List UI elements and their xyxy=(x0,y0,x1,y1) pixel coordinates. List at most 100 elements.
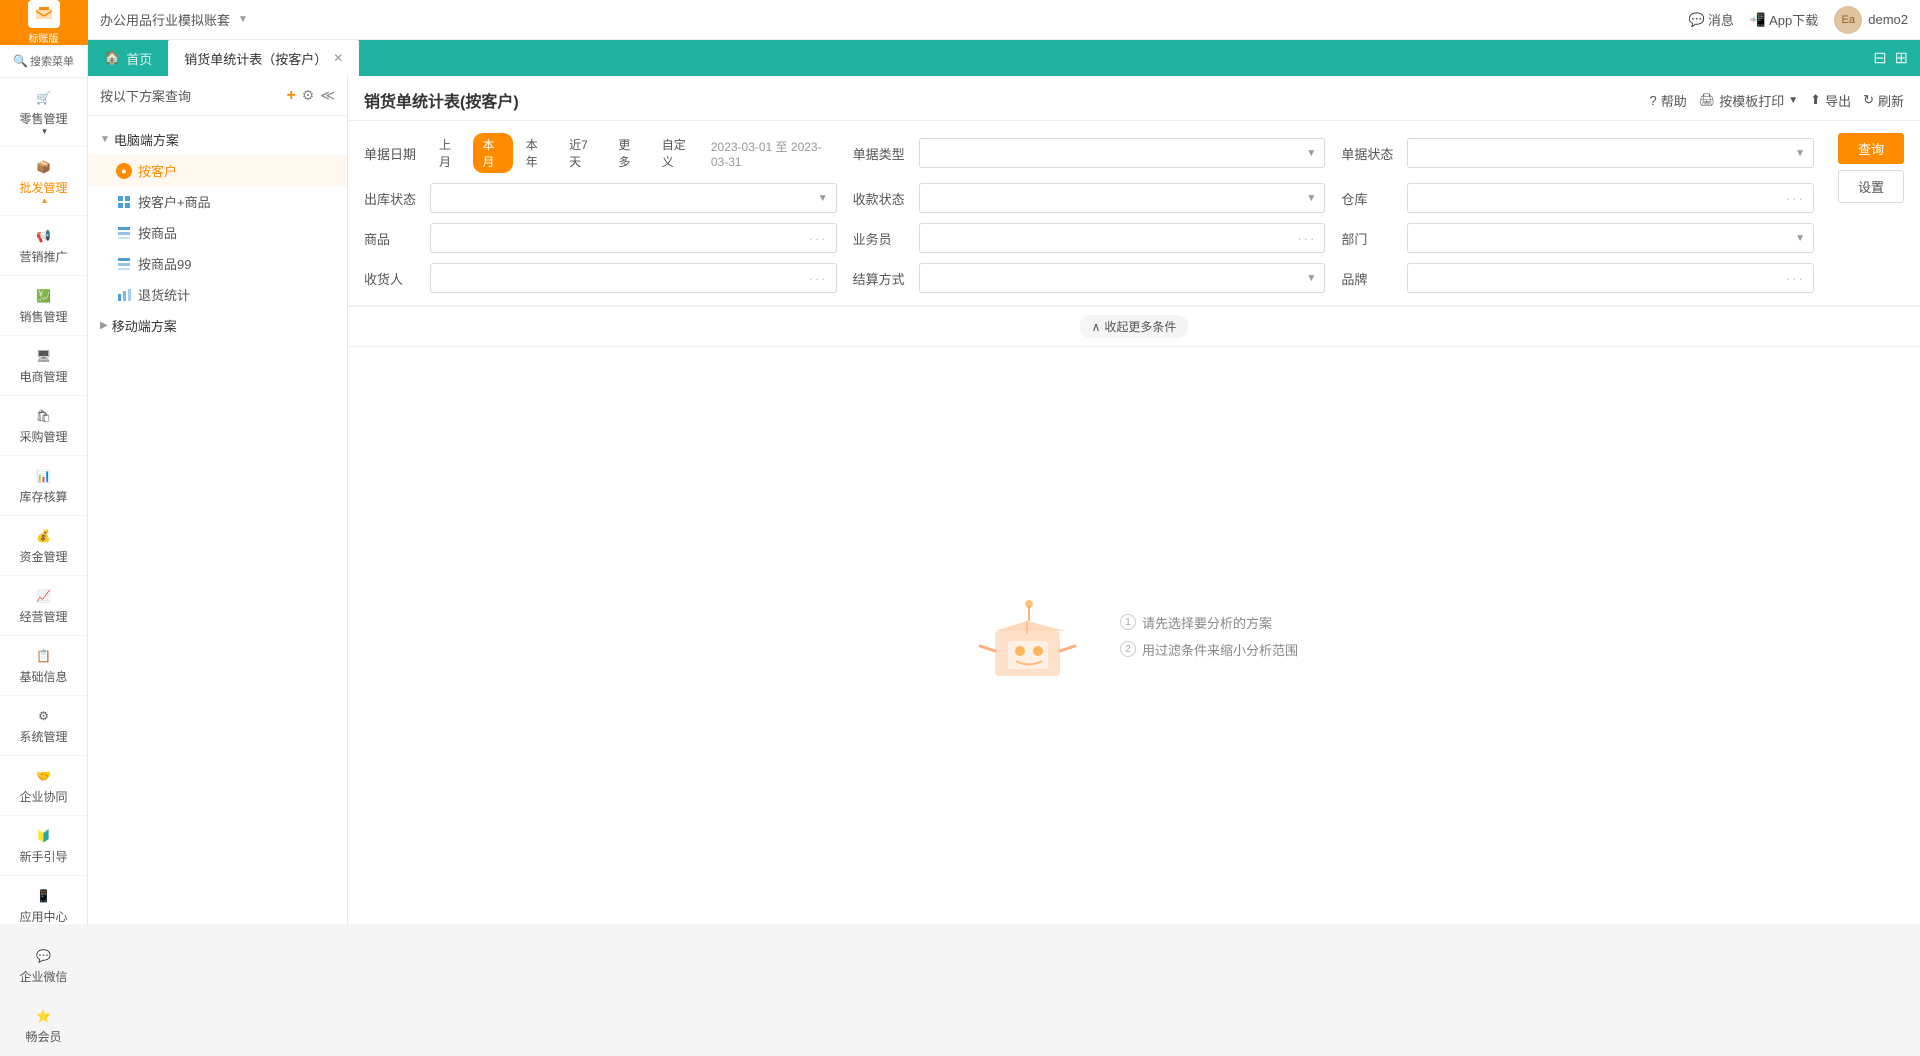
tab-sales-stat[interactable]: 销货单统计表（按客户） ✕ xyxy=(168,40,359,76)
sidebar-item-system[interactable]: ⚙ 系统管理 xyxy=(0,696,87,756)
date-tab-last-7[interactable]: 近7天 xyxy=(560,133,605,173)
recipient-select[interactable]: ··· xyxy=(430,263,837,293)
product-dots-icon: ··· xyxy=(809,231,828,246)
doc-status-label: 单据状态 xyxy=(1341,144,1401,163)
empty-state: 1 请先选择要分析的方案 2 用过滤条件来缩小分析范围 xyxy=(348,347,1920,924)
tab-close-icon[interactable]: ✕ xyxy=(333,51,343,65)
query-button[interactable]: 查询 xyxy=(1838,133,1904,164)
salesperson-select[interactable]: ··· xyxy=(919,223,1326,253)
settings-scheme-btn[interactable]: ⚙ xyxy=(302,87,315,104)
sidebar-item-purchase[interactable]: 🛍 采购管理 xyxy=(0,396,87,456)
minimize-icon[interactable]: ⊟ xyxy=(1873,48,1886,68)
date-range-text: 2023-03-01 至 2023-03-31 xyxy=(711,138,837,169)
refresh-icon: ↻ xyxy=(1863,92,1874,108)
salesperson-dots-icon: ··· xyxy=(1297,231,1316,246)
message-icon: 💬 xyxy=(1689,12,1705,28)
help-btn[interactable]: ? 帮助 xyxy=(1649,91,1686,110)
date-tab-custom[interactable]: 自定义 xyxy=(653,133,703,173)
collapse-panel-btn[interactable]: ≪ xyxy=(320,87,335,104)
scheme-by-product[interactable]: 按商品 xyxy=(88,217,347,248)
mobile-group: ▶ 移动端方案 xyxy=(88,310,347,341)
scheme-by-customer[interactable]: ● 按客户 xyxy=(88,155,347,186)
page-actions: ? 帮助 🖨 按模板打印 ▼ ⬆ 导出 ↻ 刷新 xyxy=(1649,91,1904,110)
refresh-btn[interactable]: ↻ 刷新 xyxy=(1863,91,1904,110)
doc-type-label: 单据类型 xyxy=(853,144,913,163)
search-menu[interactable]: 🔍 搜索菜单 xyxy=(0,45,87,78)
appstore-icon: 📱 xyxy=(34,886,54,906)
doc-status-select[interactable]: ▼ xyxy=(1407,138,1814,168)
tab-bar: 🏠 首页 销货单统计表（按客户） ✕ ⊟ ⊞ xyxy=(88,40,1920,76)
department-select[interactable]: ▼ xyxy=(1407,223,1814,253)
settlement-select[interactable]: ▼ xyxy=(919,263,1326,293)
inventory-icon: 📊 xyxy=(34,466,54,486)
scheme-by-customer-product[interactable]: 按客户+商品 xyxy=(88,186,347,217)
template-print-btn[interactable]: 🖨 按模板打印 ▼ xyxy=(1699,91,1798,110)
empty-hint-2: 2 用过滤条件来缩小分析范围 xyxy=(1120,640,1298,659)
sidebar: 标账版 🔍 搜索菜单 🛒 零售管理 ▼ 📦 批发管理 ▲ 📢 营销推广 💹 销售… xyxy=(0,0,88,924)
basic-icon: 📋 xyxy=(34,646,54,666)
warehouse-label: 仓库 xyxy=(1341,189,1401,208)
empty-hint-1: 1 请先选择要分析的方案 xyxy=(1120,613,1298,632)
sidebar-item-appstore[interactable]: 📱 应用中心 xyxy=(0,876,87,936)
retail-icon: 🛒 xyxy=(34,88,54,108)
brand-label: 品牌 xyxy=(1341,269,1401,288)
brand-select[interactable]: ··· xyxy=(1407,263,1814,293)
add-scheme-btn[interactable]: + xyxy=(286,87,295,105)
sidebar-item-finance[interactable]: 💰 资金管理 xyxy=(0,516,87,576)
app-download-btn[interactable]: 📲 App下载 xyxy=(1750,10,1818,29)
date-tab-more[interactable]: 更多 xyxy=(609,133,648,173)
sidebar-item-marketing[interactable]: 📢 营销推广 xyxy=(0,216,87,276)
warehouse-select[interactable]: ··· xyxy=(1407,183,1814,213)
settlement-filter: 结算方式 ▼ xyxy=(853,263,1326,293)
sidebar-item-sales[interactable]: 💹 销售管理 xyxy=(0,276,87,336)
tab-home[interactable]: 🏠 首页 xyxy=(88,40,168,76)
sidebar-item-inventory[interactable]: 📊 库存核算 xyxy=(0,456,87,516)
date-filter: 单据日期 上月 本月 本年 近7天 更多 自定义 2023-03-01 至 20… xyxy=(364,133,837,173)
breadcrumb-dropdown-icon[interactable]: ▼ xyxy=(238,14,248,25)
desktop-scheme-label: 电脑端方案 xyxy=(114,130,179,149)
date-tab-this-year[interactable]: 本年 xyxy=(517,133,556,173)
sidebar-item-wholesale[interactable]: 📦 批发管理 ▲ xyxy=(0,147,87,216)
receipt-status-dropdown-icon: ▼ xyxy=(1306,193,1316,204)
filter-area: 单据日期 上月 本月 本年 近7天 更多 自定义 2023-03-01 至 20… xyxy=(348,121,1920,306)
date-tab-this-month[interactable]: 本月 xyxy=(473,133,512,173)
product-99-scheme-icon xyxy=(116,256,132,272)
product-label: 商品 xyxy=(364,229,424,248)
cooperation-icon: 🤝 xyxy=(34,766,54,786)
date-tab-last-month[interactable]: 上月 xyxy=(430,133,469,173)
out-status-select[interactable]: ▼ xyxy=(430,183,837,213)
export-btn[interactable]: ⬆ 导出 xyxy=(1810,91,1851,110)
sidebar-item-newbie[interactable]: 🔰 新手引导 xyxy=(0,816,87,876)
sidebar-item-cooperation[interactable]: 🤝 企业协同 xyxy=(0,756,87,816)
search-icon: 🔍 xyxy=(13,54,28,68)
recipient-filter: 收货人 ··· xyxy=(364,263,837,293)
collapse-more-btn[interactable]: ∧ 收起更多条件 xyxy=(1080,315,1189,338)
sidebar-logo[interactable]: 标账版 xyxy=(0,0,88,45)
maximize-icon[interactable]: ⊞ xyxy=(1895,48,1908,68)
top-bar-left: 办公用品行业模拟账套 ▼ xyxy=(100,10,248,29)
message-btn[interactable]: 💬 消息 xyxy=(1689,10,1734,29)
department-label: 部门 xyxy=(1341,229,1401,248)
desktop-group-header[interactable]: ▼ 电脑端方案 xyxy=(88,124,347,155)
sidebar-item-ecommerce[interactable]: 🖥 电商管理 xyxy=(0,336,87,396)
customer-product-scheme-icon xyxy=(116,194,132,210)
out-status-label: 出库状态 xyxy=(364,189,424,208)
chevron-up-icon: ▲ xyxy=(41,196,49,205)
sidebar-item-vip[interactable]: ⭐ 畅会员 xyxy=(0,996,87,1056)
settings-button[interactable]: 设置 xyxy=(1838,170,1904,203)
scheme-by-product-99[interactable]: 按商品99 xyxy=(88,248,347,279)
product-select[interactable]: ··· xyxy=(430,223,837,253)
sidebar-item-retail[interactable]: 🛒 零售管理 ▼ xyxy=(0,78,87,147)
user-profile[interactable]: Ea demo2 xyxy=(1834,6,1908,34)
mobile-tree-expand-icon: ▶ xyxy=(100,320,108,331)
sidebar-item-basic[interactable]: 📋 基础信息 xyxy=(0,636,87,696)
sidebar-item-wechat[interactable]: 💬 企业微信 xyxy=(0,936,87,996)
mobile-group-header[interactable]: ▶ 移动端方案 xyxy=(88,310,347,341)
sidebar-item-operations[interactable]: 📈 经营管理 xyxy=(0,576,87,636)
tree-expand-icon: ▼ xyxy=(100,134,110,145)
scheme-return-stats[interactable]: 退货统计 xyxy=(88,279,347,310)
page-header: 销货单统计表(按客户) ? 帮助 🖨 按模板打印 ▼ ⬆ 导出 xyxy=(348,76,1920,121)
page-title: 销货单统计表(按客户) xyxy=(364,88,519,112)
doc-type-select[interactable]: ▼ xyxy=(919,138,1326,168)
receipt-status-select[interactable]: ▼ xyxy=(919,183,1326,213)
